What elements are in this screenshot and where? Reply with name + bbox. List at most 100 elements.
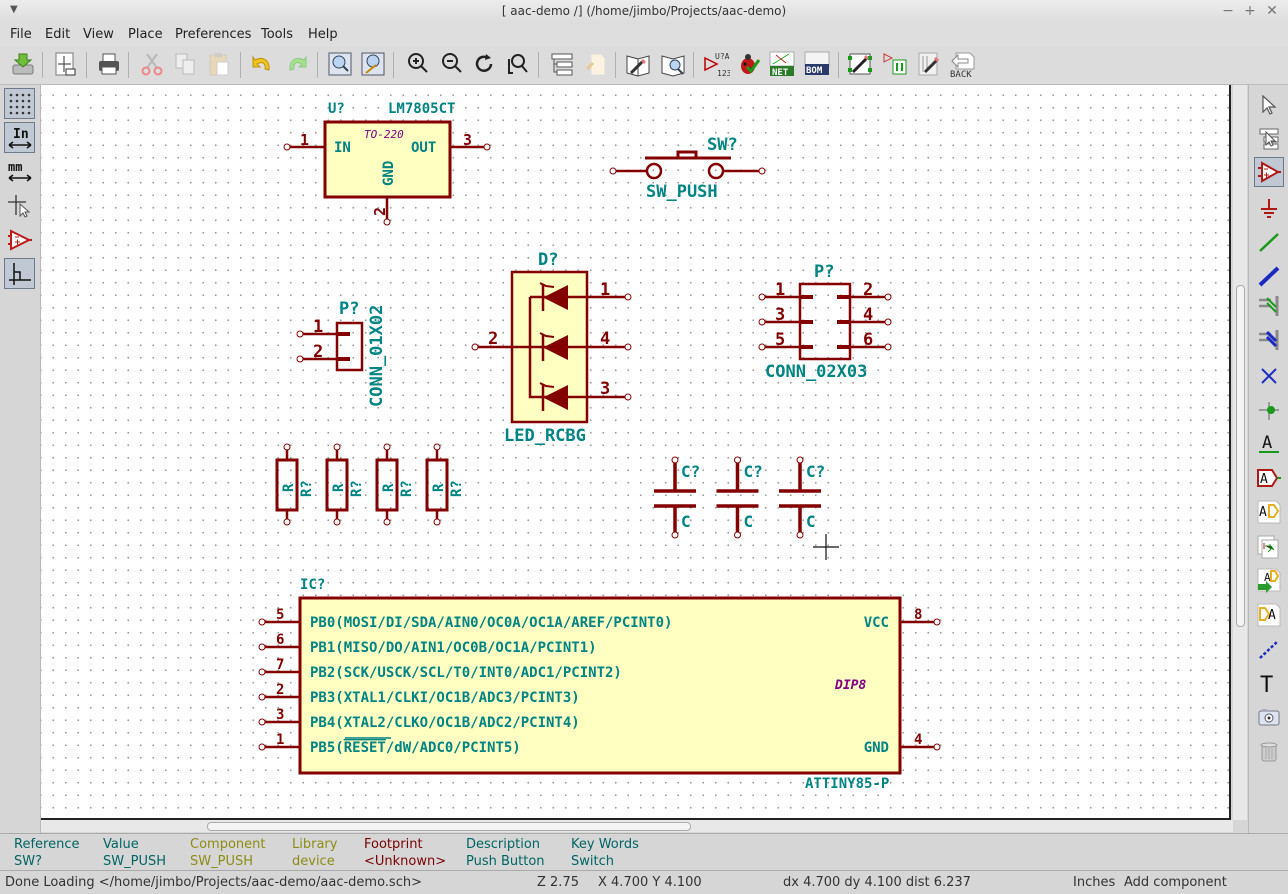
import-sheet-pin-button[interactable]: A bbox=[1254, 565, 1284, 595]
ic-component[interactable]: IC? ATTINY85-P DIP8 5 PB0(MOSI/DI/SDA/AIN… bbox=[258, 577, 941, 792]
capacitor-component[interactable]: C? C bbox=[654, 456, 700, 539]
cursor-shape-button[interactable] bbox=[4, 190, 35, 221]
copy-icon bbox=[175, 53, 195, 75]
main-toolbar: U?A 123 NET BOM BACK bbox=[0, 46, 1288, 85]
conn-2x3-component[interactable]: P? CONN_02X03 1 2 3 4 5 6 bbox=[758, 262, 892, 382]
close-icon[interactable]: ✕ bbox=[1264, 3, 1280, 19]
add-image-button[interactable] bbox=[1254, 702, 1284, 732]
save-button[interactable] bbox=[9, 50, 37, 78]
ic-pin-number: 5 bbox=[276, 607, 284, 623]
zoom-fit-button[interactable] bbox=[504, 50, 532, 78]
add-hier-label-button[interactable]: A bbox=[1254, 497, 1284, 527]
add-text-button[interactable]: T bbox=[1254, 668, 1284, 698]
svg-text:NET: NET bbox=[772, 68, 789, 78]
conn-2x3-pin-number: 1 bbox=[775, 280, 785, 300]
delete-button[interactable] bbox=[1254, 736, 1284, 766]
status-zoom: Z 2.75 bbox=[537, 875, 579, 890]
svg-text:A: A bbox=[1264, 571, 1271, 584]
redraw-button[interactable] bbox=[471, 50, 499, 78]
units-inches-button[interactable]: In bbox=[4, 122, 35, 153]
window-titlebar: ▼ [ aac-demo /] (/home/jimbo/Projects/aa… bbox=[0, 0, 1288, 25]
annotate-icon: U?A 123 bbox=[704, 52, 730, 78]
capacitor-component[interactable]: C? C bbox=[716, 456, 763, 539]
add-wire-button[interactable] bbox=[1254, 227, 1284, 257]
bom-button[interactable]: BOM bbox=[803, 50, 831, 78]
wire-bus-entry-button[interactable] bbox=[1254, 291, 1284, 321]
maximize-icon[interactable]: + bbox=[1242, 3, 1258, 19]
menu-view[interactable]: View bbox=[83, 27, 114, 42]
add-graphic-line-button[interactable] bbox=[1254, 634, 1284, 664]
menu-help[interactable]: Help bbox=[308, 27, 338, 42]
led-component[interactable]: D? LED_RCBG 1 4 3 2 bbox=[471, 250, 632, 446]
conn-2x3-value: CONN_02X03 bbox=[765, 362, 867, 382]
paste-button[interactable] bbox=[205, 50, 233, 78]
cvpcb-button[interactable] bbox=[846, 50, 874, 78]
schematic-canvas[interactable]: U? LM7805CT TO-220 IN OUT GND 1 3 2 SW? … bbox=[41, 85, 1231, 820]
back-button[interactable]: BACK bbox=[948, 50, 976, 79]
add-bus-button[interactable] bbox=[1254, 261, 1284, 291]
library-editor-button[interactable] bbox=[624, 50, 652, 78]
copy-button[interactable] bbox=[171, 50, 199, 78]
minimize-icon[interactable]: − bbox=[1220, 3, 1236, 19]
horizontal-scroll-thumb[interactable] bbox=[207, 822, 691, 831]
svg-text:In: In bbox=[13, 127, 29, 142]
leave-sheet-button[interactable] bbox=[582, 50, 610, 78]
vertical-scroll-thumb[interactable] bbox=[1236, 285, 1245, 627]
menu-tools[interactable]: Tools bbox=[261, 27, 293, 42]
add-junction-button[interactable] bbox=[1254, 395, 1284, 425]
ic-pin-number: 1 bbox=[276, 732, 284, 748]
page-settings-button[interactable] bbox=[51, 50, 79, 78]
resistor-component[interactable]: R R? bbox=[375, 443, 415, 526]
annotate-button[interactable]: U?A 123 bbox=[702, 50, 730, 78]
status-message: Done Loading </home/jimbo/Projects/aac-d… bbox=[5, 875, 422, 890]
hierarchy-navigator-button[interactable] bbox=[548, 50, 576, 78]
ic-pin-number: 4 bbox=[914, 732, 922, 748]
no-connect-button[interactable] bbox=[1254, 361, 1284, 391]
add-component-button[interactable] bbox=[1254, 157, 1284, 187]
ic-pin-name: PB2(SCK/USCK/SCL/T0/INT0/ADC1/PCINT2) bbox=[310, 665, 622, 681]
add-sheet-button[interactable] bbox=[1254, 532, 1284, 562]
undo-button[interactable] bbox=[248, 50, 276, 78]
resistor-component[interactable]: R R? bbox=[425, 443, 465, 526]
menu-preferences[interactable]: Preferences bbox=[175, 27, 251, 42]
add-global-label-button[interactable]: A bbox=[1254, 463, 1284, 493]
regulator-component[interactable]: U? LM7805CT TO-220 IN OUT GND 1 3 2 bbox=[283, 101, 491, 226]
import-pin-icon: A bbox=[1257, 568, 1281, 593]
add-power-button[interactable] bbox=[1254, 193, 1284, 223]
switch-component[interactable]: SW? SW_PUSH bbox=[609, 135, 766, 202]
cut-button[interactable] bbox=[138, 50, 166, 78]
message-column: Reference SW? bbox=[14, 836, 79, 870]
hidden-pins-button[interactable] bbox=[4, 224, 35, 255]
menu-place[interactable]: Place bbox=[128, 27, 163, 42]
zoom-in-button[interactable] bbox=[404, 50, 432, 78]
capacitor-component[interactable]: C? C bbox=[779, 456, 825, 539]
grid-toggle-button[interactable] bbox=[4, 88, 35, 119]
menu-edit[interactable]: Edit bbox=[45, 27, 70, 42]
select-tool-button[interactable] bbox=[1254, 90, 1284, 120]
find-button[interactable] bbox=[326, 50, 354, 78]
pcbnew-button[interactable] bbox=[915, 50, 943, 78]
svg-text:T: T bbox=[1260, 673, 1273, 695]
hierarchy-navigate-button[interactable] bbox=[1254, 124, 1284, 154]
wire-angle-button[interactable] bbox=[4, 258, 35, 289]
redo-button[interactable] bbox=[283, 50, 311, 78]
import-footprints-button[interactable] bbox=[881, 50, 909, 78]
library-browser-button[interactable] bbox=[659, 50, 687, 78]
conn-1x2-component[interactable]: P? CONN_01X02 1 2 bbox=[296, 299, 387, 407]
menu-file[interactable]: File bbox=[10, 27, 32, 42]
erc-button[interactable] bbox=[735, 50, 763, 78]
find-replace-button[interactable] bbox=[359, 50, 387, 78]
bus-bus-entry-button[interactable] bbox=[1254, 325, 1284, 355]
horizontal-scrollbar[interactable] bbox=[41, 820, 1233, 832]
resistor-component[interactable]: R R? bbox=[325, 443, 365, 526]
vertical-scrollbar[interactable] bbox=[1233, 85, 1247, 820]
add-label-button[interactable]: A bbox=[1254, 428, 1284, 458]
netlist-button[interactable]: NET bbox=[768, 50, 796, 78]
message-column-value: SW_PUSH bbox=[190, 854, 253, 869]
print-button[interactable] bbox=[95, 50, 123, 78]
units-mm-button[interactable]: mm bbox=[4, 156, 35, 187]
zoom-out-button[interactable] bbox=[438, 50, 466, 78]
capacitor-ref: C? bbox=[744, 462, 763, 481]
add-sheet-pin-button[interactable]: A bbox=[1254, 600, 1284, 630]
resistor-component[interactable]: R R? bbox=[275, 443, 315, 526]
